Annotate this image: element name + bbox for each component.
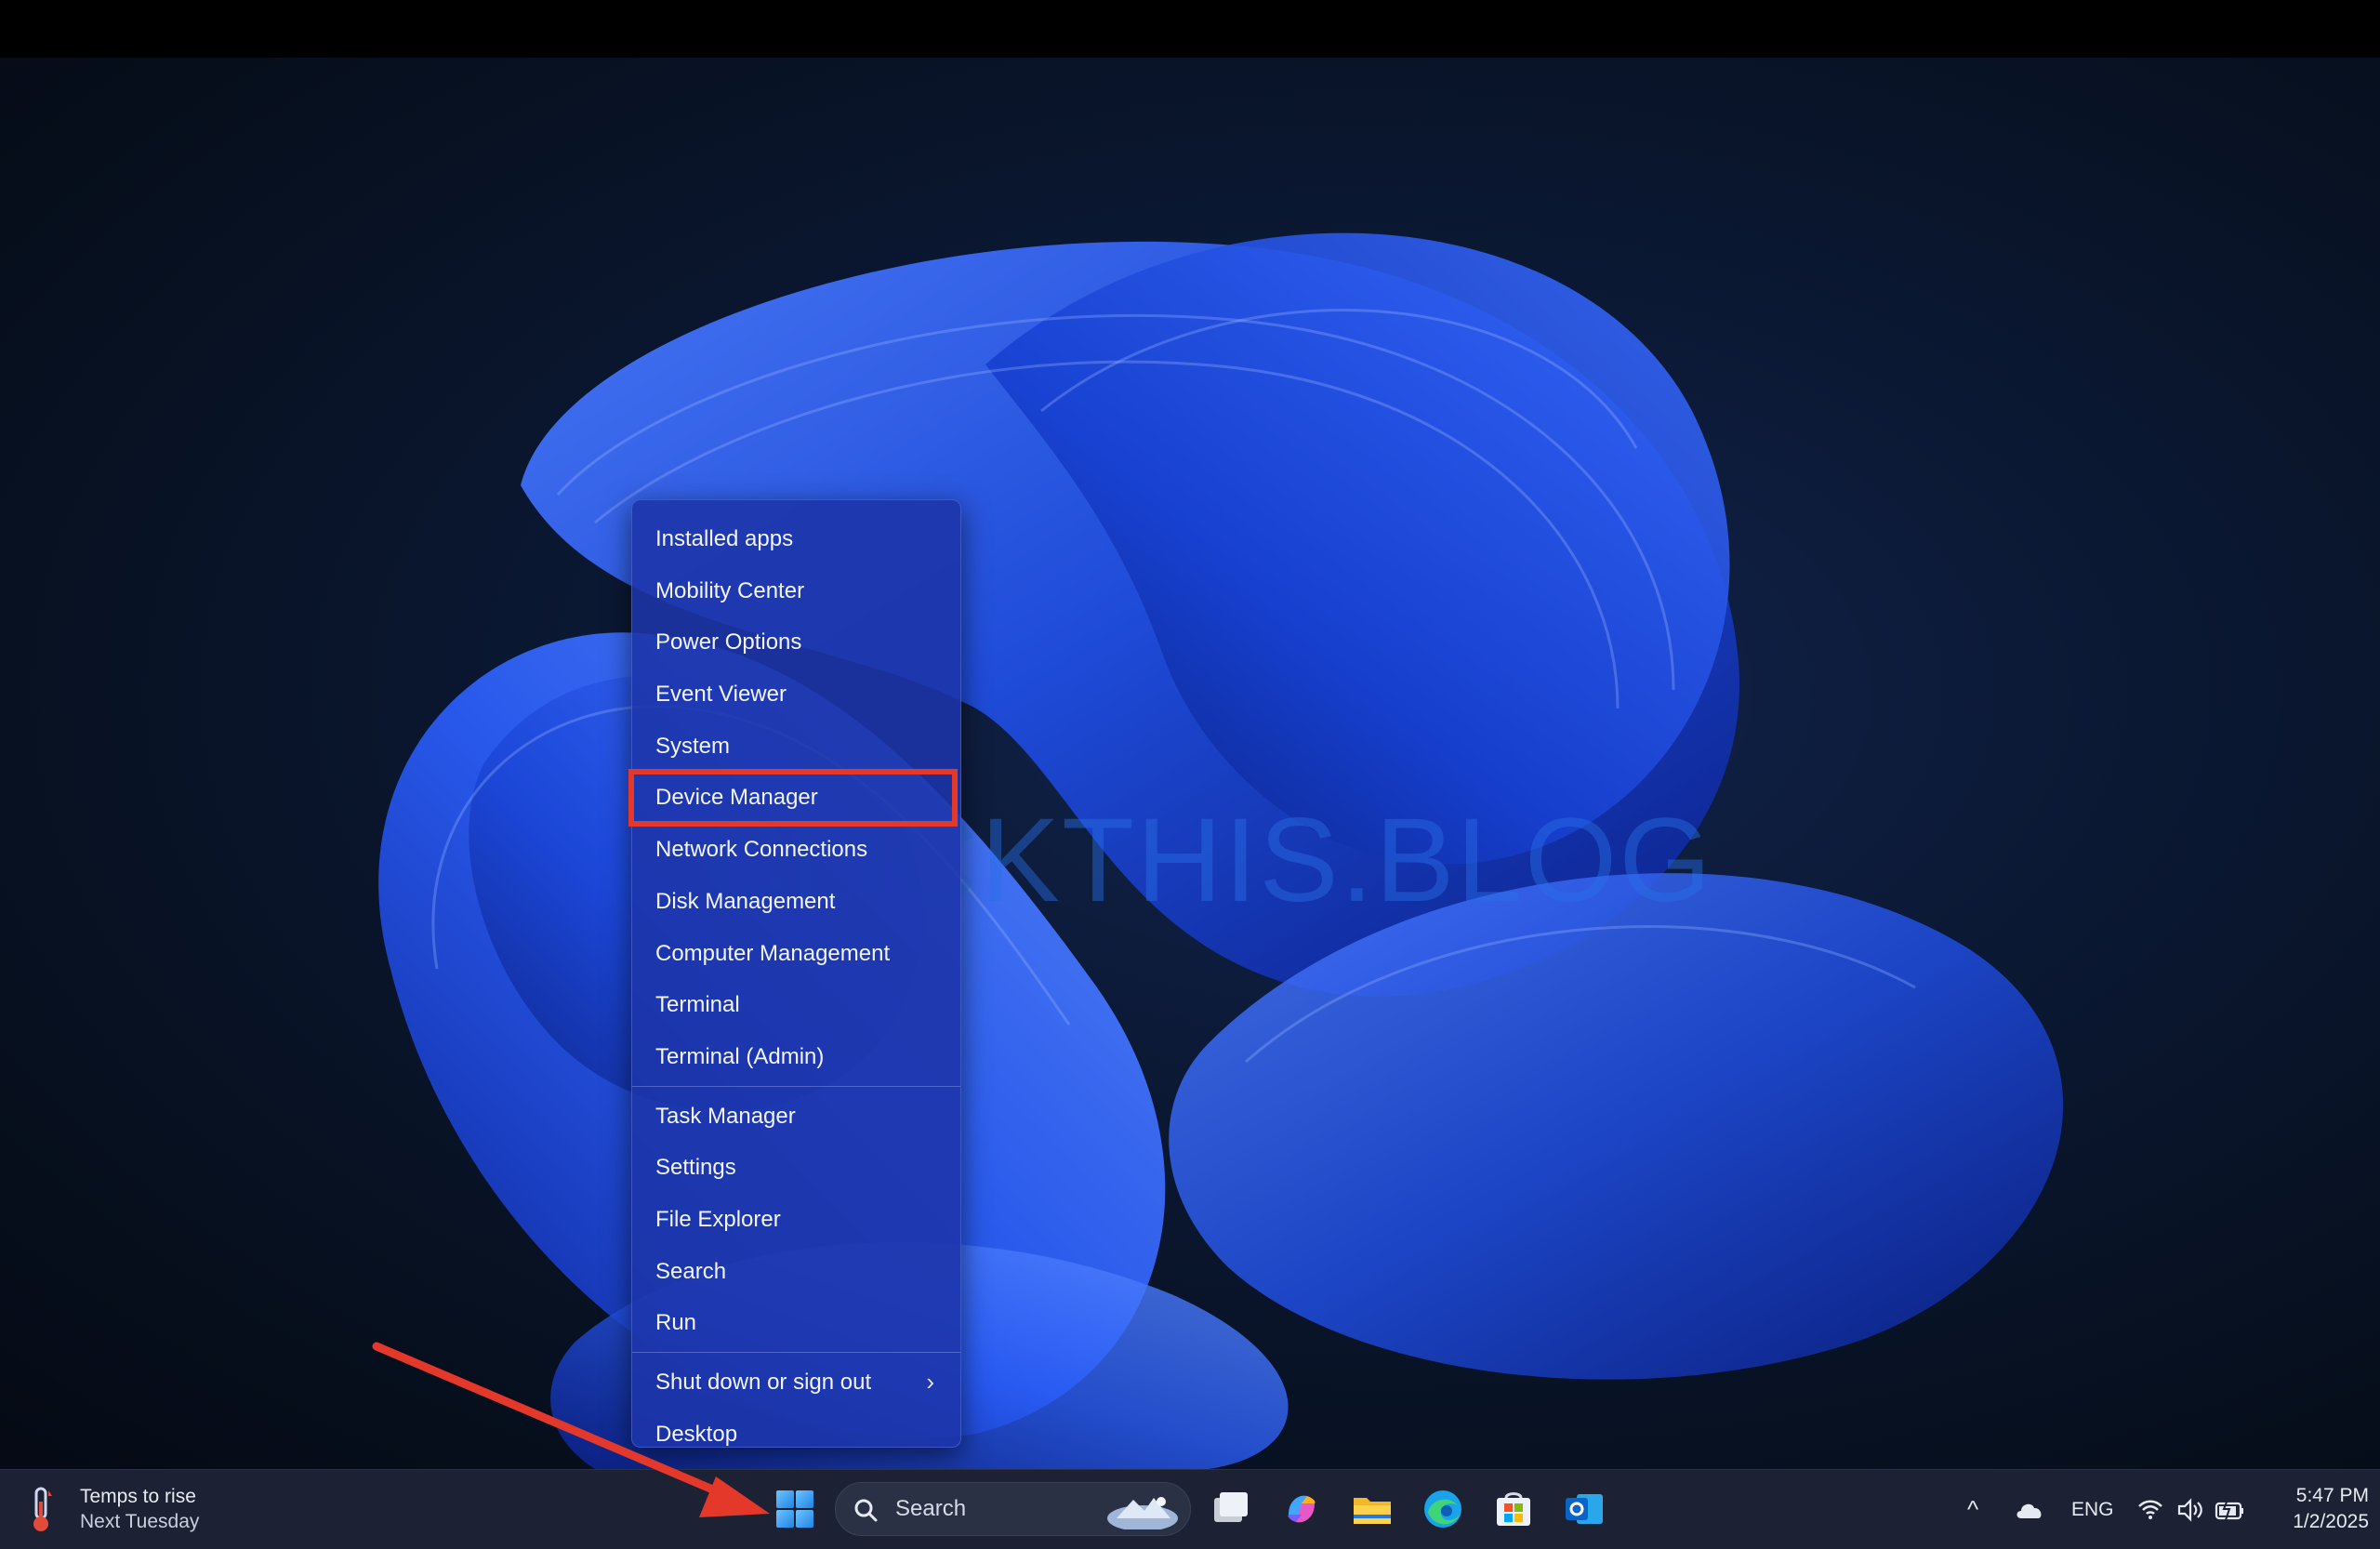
- chevron-right-icon: ›: [926, 1368, 934, 1396]
- menu-item-network-connections[interactable]: Network Connections: [632, 824, 960, 876]
- desktop-wallpaper[interactable]: CLICKTHIS.BLOG: [0, 58, 2380, 1469]
- system-tray: ^ ENG 5:47 PM 1/2/2025: [0, 1470, 2380, 1549]
- menu-item-device-manager[interactable]: Device Manager: [628, 769, 958, 827]
- menu-item-disk-management[interactable]: Disk Management: [632, 876, 960, 928]
- onedrive-icon[interactable]: [2014, 1498, 2045, 1522]
- menu-item-settings[interactable]: Settings: [632, 1142, 960, 1194]
- menu-item-shut-down-or-sign-out[interactable]: Shut down or sign out ›: [632, 1357, 960, 1409]
- taskbar-clock[interactable]: 5:47 PM 1/2/2025: [2267, 1483, 2369, 1535]
- language-indicator[interactable]: ENG: [2071, 1470, 2114, 1549]
- menu-item-installed-apps[interactable]: Installed apps: [632, 513, 960, 565]
- menu-item-task-manager[interactable]: Task Manager: [632, 1091, 960, 1143]
- taskbar: Temps to rise Next Tuesday Search ^ ENG …: [0, 1469, 2380, 1549]
- wallpaper-bloom: [378, 232, 2064, 1469]
- menu-item-system[interactable]: System: [632, 721, 960, 773]
- winx-context-menu: Installed apps Mobility Center Power Opt…: [628, 499, 961, 1448]
- show-hidden-icons-chevron[interactable]: ^: [1967, 1470, 1978, 1549]
- volume-icon[interactable]: [2175, 1496, 2205, 1524]
- wifi-icon[interactable]: [2136, 1496, 2164, 1524]
- battery-icon[interactable]: [2215, 1498, 2246, 1522]
- menu-item-run[interactable]: Run: [632, 1297, 960, 1349]
- menu-item-computer-management[interactable]: Computer Management: [632, 928, 960, 980]
- menu-item-search[interactable]: Search: [632, 1246, 960, 1298]
- menu-item-terminal[interactable]: Terminal: [632, 979, 960, 1031]
- menu-item-power-options[interactable]: Power Options: [632, 616, 960, 669]
- menu-separator: [632, 1085, 960, 1087]
- menu-item-event-viewer[interactable]: Event Viewer: [632, 669, 960, 721]
- clock-date: 1/2/2025: [2293, 1511, 2369, 1532]
- menu-item-desktop[interactable]: Desktop: [632, 1409, 960, 1461]
- menu-item-label: Shut down or sign out: [655, 1370, 872, 1395]
- top-black-bar: [0, 0, 2380, 58]
- menu-separator: [632, 1352, 960, 1353]
- menu-item-mobility-center[interactable]: Mobility Center: [632, 565, 960, 617]
- menu-item-terminal-admin[interactable]: Terminal (Admin): [632, 1031, 960, 1083]
- menu-item-file-explorer[interactable]: File Explorer: [632, 1194, 960, 1246]
- clock-time: 5:47 PM: [2295, 1485, 2369, 1506]
